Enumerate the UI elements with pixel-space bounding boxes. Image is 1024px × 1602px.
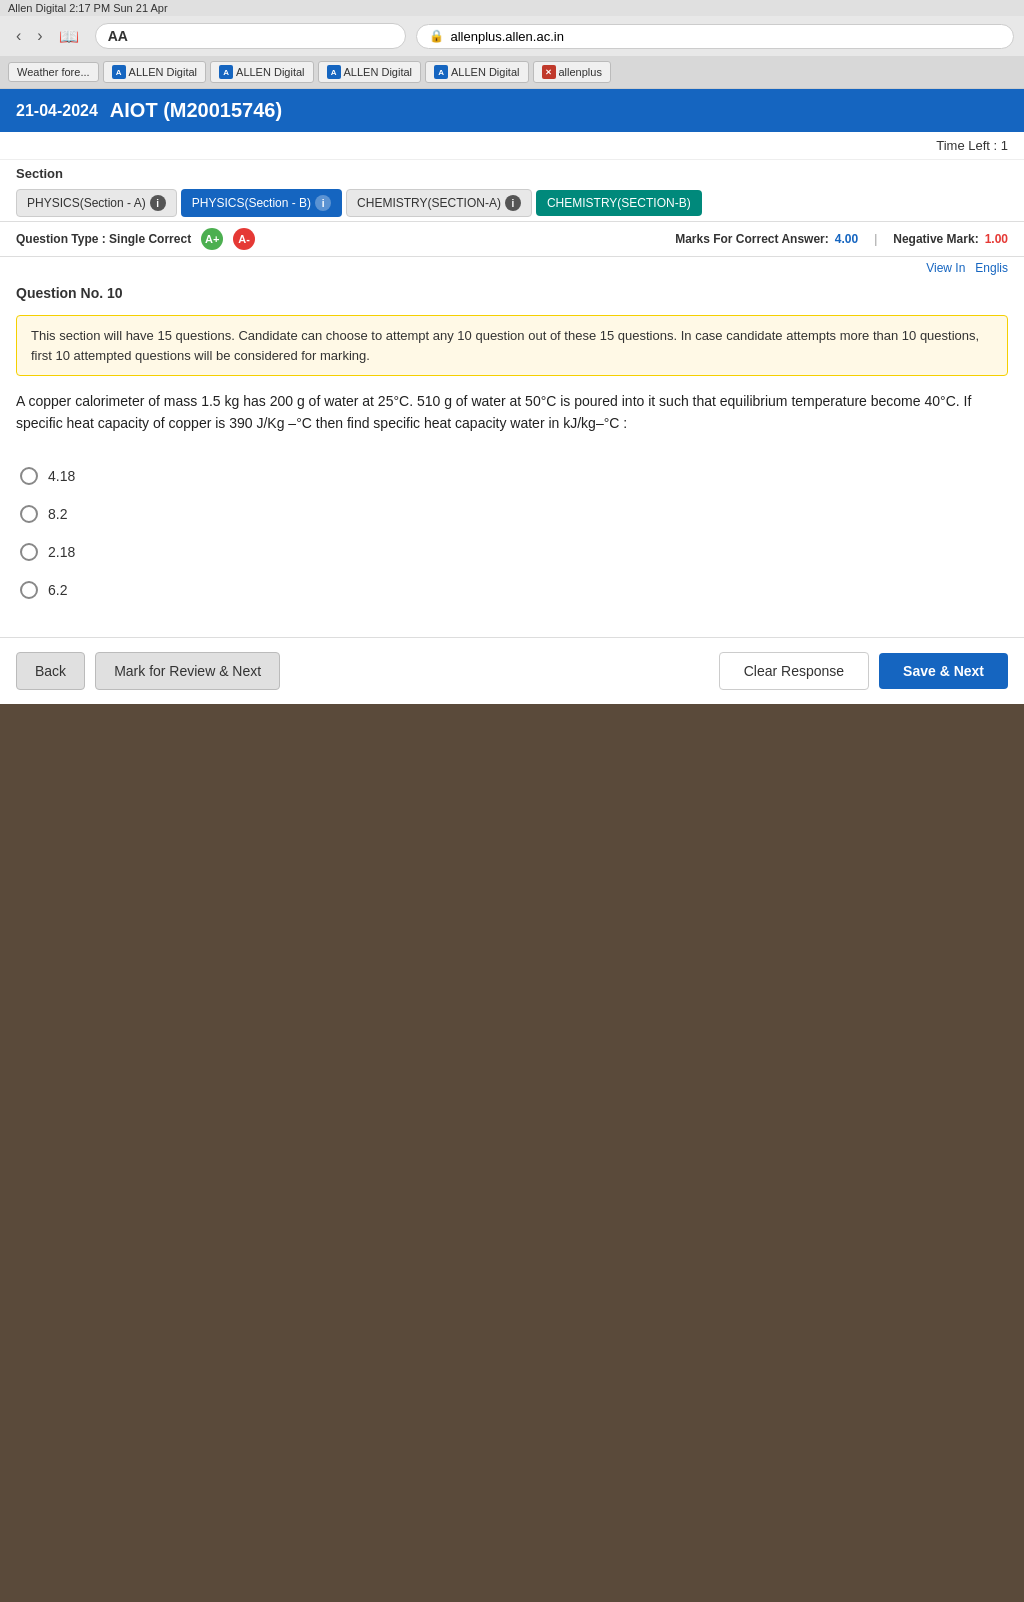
clear-response-button[interactable]: Clear Response (719, 652, 869, 690)
tab-chemistry-a[interactable]: CHEMISTRY(SECTION-A) i (346, 189, 532, 217)
tab-weather[interactable]: Weather fore... (8, 62, 99, 82)
view-in-label[interactable]: View In (926, 261, 965, 275)
back-button[interactable]: Back (16, 652, 85, 690)
option-2-label: 8.2 (48, 506, 67, 522)
tab-allen-1[interactable]: A ALLEN Digital (103, 61, 206, 83)
question-text: A copper calorimeter of mass 1.5 kg has … (16, 390, 1008, 435)
tab-allen-4-label: ALLEN Digital (451, 66, 519, 78)
tab-chemistry-b-label: CHEMISTRY(SECTION-B) (547, 196, 691, 210)
instruction-box: This section will have 15 questions. Can… (16, 315, 1008, 376)
tab-chemistry-b[interactable]: CHEMISTRY(SECTION-B) (536, 190, 702, 216)
marks-correct-value: 4.00 (835, 232, 858, 246)
tab-allenplus-favicon: ✕ (542, 65, 556, 79)
time-left: Time Left : 1 (936, 138, 1008, 153)
marks-correct-label: Marks For Correct Answer: (675, 232, 829, 246)
tab-chemistry-a-label: CHEMISTRY(SECTION-A) (357, 196, 501, 210)
language-label[interactable]: Englis (975, 261, 1008, 275)
tab-physics-a[interactable]: PHYSICS(Section - A) i (16, 189, 177, 217)
desk-surface (0, 704, 1024, 1254)
tab-allen-4-favicon: A (434, 65, 448, 79)
info-icon-physics-b: i (315, 195, 331, 211)
forward-nav-button[interactable]: › (31, 25, 48, 47)
content-area: Time Left : 1 Section PHYSICS(Section - … (0, 132, 1024, 704)
section-label: Section (0, 160, 1024, 185)
tab-allen-1-favicon: A (112, 65, 126, 79)
grade-minus-badge: A- (233, 228, 255, 250)
save-next-button[interactable]: Save & Next (879, 653, 1008, 689)
tab-allen-2[interactable]: A ALLEN Digital (210, 61, 313, 83)
tab-weather-label: Weather fore... (17, 66, 90, 78)
url-bar[interactable]: 🔒 allenplus.allen.ac.in (416, 24, 1014, 49)
time-row: Time Left : 1 (0, 132, 1024, 160)
option-2-radio[interactable] (20, 505, 38, 523)
option-4-radio[interactable] (20, 581, 38, 599)
back-nav-button[interactable]: ‹ (10, 25, 27, 47)
option-2[interactable]: 8.2 (16, 495, 1008, 533)
negative-mark-value: 1.00 (985, 232, 1008, 246)
option-4[interactable]: 6.2 (16, 571, 1008, 609)
marks-correct-item: Marks For Correct Answer: 4.00 (675, 232, 858, 246)
tab-physics-b[interactable]: PHYSICS(Section - B) i (181, 189, 342, 217)
header-date: 21-04-2024 (16, 102, 98, 120)
grade-plus-badge: A+ (201, 228, 223, 250)
marks-info: Marks For Correct Answer: 4.00 | Negativ… (675, 232, 1008, 246)
bookmarks-button[interactable]: 📖 (53, 25, 85, 48)
tab-allen-4[interactable]: A ALLEN Digital (425, 61, 528, 83)
option-4-label: 6.2 (48, 582, 67, 598)
option-3-radio[interactable] (20, 543, 38, 561)
tab-allen-3-favicon: A (327, 65, 341, 79)
tab-allenplus[interactable]: ✕ allenplus (533, 61, 611, 83)
option-3-label: 2.18 (48, 544, 75, 560)
browser-tabs: Weather fore... A ALLEN Digital A ALLEN … (0, 56, 1024, 88)
section-tabs: PHYSICS(Section - A) i PHYSICS(Section -… (0, 185, 1024, 222)
option-1-radio[interactable] (20, 467, 38, 485)
tab-physics-a-label: PHYSICS(Section - A) (27, 196, 146, 210)
question-type-label: Question Type : Single Correct (16, 232, 191, 246)
aa-label: AA (108, 28, 128, 44)
url-text: allenplus.allen.ac.in (450, 29, 563, 44)
divider: | (874, 232, 877, 246)
app-container: 21-04-2024 AIOT (M20015746) Time Left : … (0, 89, 1024, 704)
tab-allenplus-label: allenplus (559, 66, 602, 78)
mark-review-button[interactable]: Mark for Review & Next (95, 652, 280, 690)
info-icon-physics-a: i (150, 195, 166, 211)
info-icon-chemistry-a: i (505, 195, 521, 211)
tab-allen-3[interactable]: A ALLEN Digital (318, 61, 421, 83)
address-bar[interactable]: AA (95, 23, 407, 49)
tab-allen-2-favicon: A (219, 65, 233, 79)
tab-physics-b-label: PHYSICS(Section - B) (192, 196, 311, 210)
question-number: Question No. 10 (0, 279, 1024, 307)
option-3[interactable]: 2.18 (16, 533, 1008, 571)
lock-icon: 🔒 (429, 29, 444, 43)
tab-allen-2-label: ALLEN Digital (236, 66, 304, 78)
action-bar: Back Mark for Review & Next Clear Respon… (0, 637, 1024, 704)
tab-allen-3-label: ALLEN Digital (344, 66, 412, 78)
view-lang-row: View In Englis (0, 257, 1024, 279)
instruction-text: This section will have 15 questions. Can… (31, 328, 979, 363)
header-bar: 21-04-2024 AIOT (M20015746) (0, 89, 1024, 132)
browser-status: Allen Digital 2:17 PM Sun 21 Apr (8, 2, 168, 14)
negative-mark-item: Negative Mark: 1.00 (893, 232, 1008, 246)
negative-mark-label: Negative Mark: (893, 232, 978, 246)
option-1[interactable]: 4.18 (16, 457, 1008, 495)
tab-allen-1-label: ALLEN Digital (129, 66, 197, 78)
options-area: 4.18 8.2 2.18 6.2 (0, 449, 1024, 617)
header-title: AIOT (M20015746) (110, 99, 282, 122)
question-meta: Question Type : Single Correct A+ A- Mar… (0, 222, 1024, 257)
option-1-label: 4.18 (48, 468, 75, 484)
